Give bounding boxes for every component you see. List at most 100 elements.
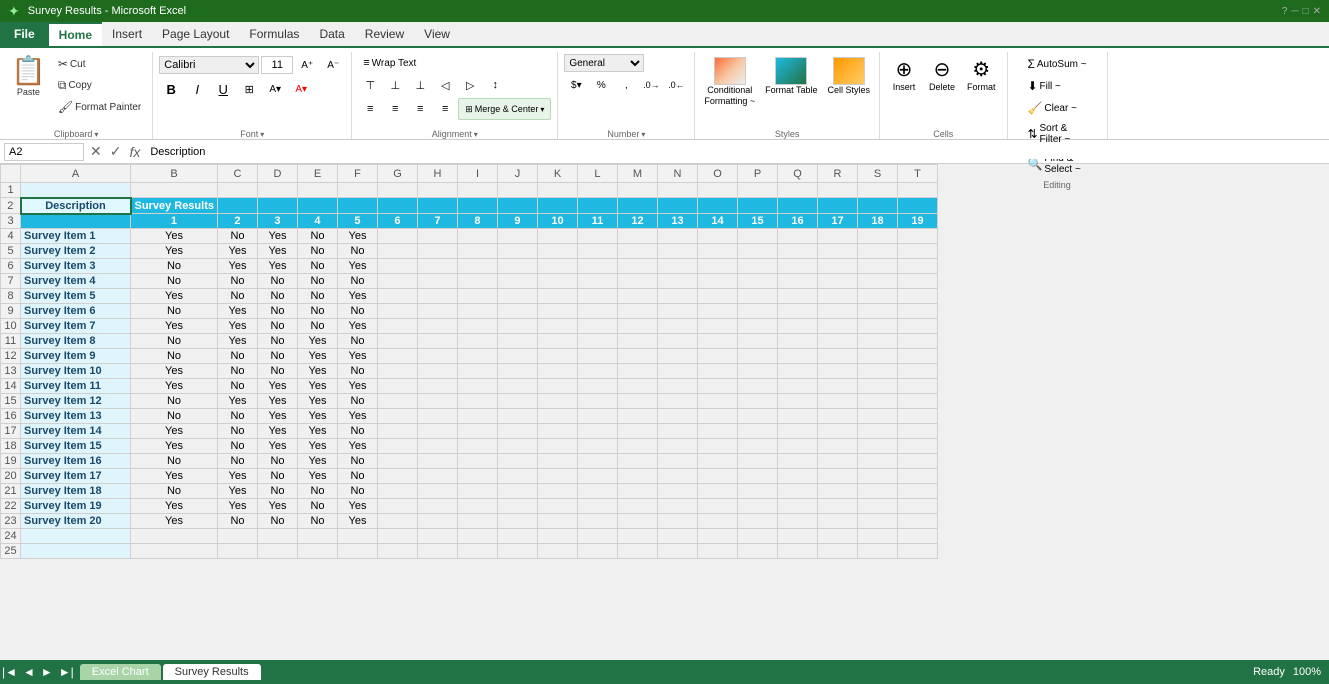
cell[interactable] xyxy=(417,469,457,484)
underline-button[interactable]: U xyxy=(211,78,235,100)
cell[interactable]: Yes xyxy=(131,424,218,439)
cell[interactable] xyxy=(217,198,257,214)
cell[interactable] xyxy=(777,319,817,334)
cell[interactable] xyxy=(617,334,657,349)
cell[interactable] xyxy=(817,289,857,304)
cell[interactable] xyxy=(497,198,537,214)
cell[interactable] xyxy=(737,319,777,334)
cell[interactable] xyxy=(617,454,657,469)
row-header-10[interactable]: 10 xyxy=(1,319,21,334)
cell[interactable]: No xyxy=(297,514,337,529)
cell[interactable]: Yes xyxy=(217,304,257,319)
cell[interactable] xyxy=(737,259,777,274)
cell[interactable] xyxy=(657,334,697,349)
cell[interactable]: No xyxy=(217,379,257,394)
cell[interactable]: Yes xyxy=(297,394,337,409)
cell[interactable] xyxy=(537,514,577,529)
cell[interactable] xyxy=(737,334,777,349)
indent-decrease[interactable]: ◁ xyxy=(433,74,457,96)
cell[interactable] xyxy=(377,454,417,469)
cell[interactable]: 1 xyxy=(131,214,218,229)
cell[interactable] xyxy=(737,304,777,319)
cell[interactable]: Survey Item 13 xyxy=(21,409,131,424)
wrap-text-button[interactable]: ≡ Wrap Text xyxy=(358,54,421,72)
cell[interactable] xyxy=(537,544,577,559)
cell[interactable]: No xyxy=(337,394,377,409)
cell[interactable] xyxy=(417,349,457,364)
cell[interactable] xyxy=(377,319,417,334)
cell[interactable] xyxy=(617,394,657,409)
cell[interactable] xyxy=(417,439,457,454)
format-table-button[interactable]: Format Table xyxy=(762,54,820,99)
cell[interactable] xyxy=(377,544,417,559)
cell[interactable]: 9 xyxy=(497,214,537,229)
cell[interactable] xyxy=(217,529,257,544)
cell[interactable] xyxy=(817,334,857,349)
cell[interactable]: Yes xyxy=(131,499,218,514)
cell[interactable] xyxy=(457,304,497,319)
cell[interactable]: 8 xyxy=(457,214,497,229)
cell[interactable] xyxy=(417,244,457,259)
cell[interactable] xyxy=(537,424,577,439)
cell[interactable] xyxy=(537,394,577,409)
cell[interactable] xyxy=(577,544,617,559)
cell[interactable] xyxy=(457,198,497,214)
cell[interactable]: No xyxy=(257,514,297,529)
cell[interactable] xyxy=(537,484,577,499)
cell[interactable] xyxy=(737,379,777,394)
cell[interactable] xyxy=(21,214,131,229)
cell[interactable]: No xyxy=(297,229,337,244)
row-header-14[interactable]: 14 xyxy=(1,379,21,394)
cell[interactable] xyxy=(457,469,497,484)
cell[interactable] xyxy=(617,198,657,214)
cell[interactable] xyxy=(697,439,737,454)
cell[interactable] xyxy=(857,409,897,424)
row-header-19[interactable]: 19 xyxy=(1,454,21,469)
cell[interactable] xyxy=(897,484,937,499)
cell[interactable]: Survey Item 7 xyxy=(21,319,131,334)
format-button[interactable]: ⚙ Format xyxy=(962,54,1001,95)
cell[interactable] xyxy=(897,274,937,289)
cell[interactable] xyxy=(537,334,577,349)
cell[interactable]: Survey Results xyxy=(131,198,218,214)
cell[interactable] xyxy=(377,424,417,439)
cell[interactable]: No xyxy=(297,319,337,334)
cell[interactable] xyxy=(817,364,857,379)
cell[interactable] xyxy=(697,514,737,529)
cell[interactable] xyxy=(377,274,417,289)
cell[interactable]: No xyxy=(257,274,297,289)
cell[interactable] xyxy=(737,424,777,439)
cell[interactable]: No xyxy=(217,439,257,454)
row-header-25[interactable]: 25 xyxy=(1,544,21,559)
delete-button[interactable]: ⊖ Delete xyxy=(924,54,960,95)
cell[interactable] xyxy=(617,529,657,544)
cell[interactable] xyxy=(657,409,697,424)
cell[interactable]: No xyxy=(337,469,377,484)
cell[interactable] xyxy=(297,544,337,559)
cell[interactable] xyxy=(657,364,697,379)
cell[interactable]: Survey Item 1 xyxy=(21,229,131,244)
cell[interactable] xyxy=(497,469,537,484)
cell[interactable] xyxy=(617,544,657,559)
cell[interactable]: Survey Item 6 xyxy=(21,304,131,319)
cell[interactable]: Yes xyxy=(131,379,218,394)
cell[interactable] xyxy=(577,424,617,439)
cell[interactable] xyxy=(21,183,131,198)
cell[interactable]: Yes xyxy=(297,379,337,394)
cell[interactable]: No xyxy=(337,274,377,289)
formula-input[interactable] xyxy=(146,145,1325,159)
cell[interactable] xyxy=(457,379,497,394)
cell[interactable]: Yes xyxy=(217,499,257,514)
cell[interactable] xyxy=(131,529,218,544)
cell[interactable] xyxy=(737,499,777,514)
tab-insert[interactable]: Insert xyxy=(102,22,152,46)
cell[interactable] xyxy=(657,244,697,259)
cell[interactable] xyxy=(577,289,617,304)
cell[interactable] xyxy=(577,198,617,214)
cell[interactable] xyxy=(697,454,737,469)
bold-button[interactable]: B xyxy=(159,78,183,100)
cell[interactable]: No xyxy=(257,334,297,349)
cell[interactable] xyxy=(857,394,897,409)
cell[interactable] xyxy=(777,349,817,364)
align-middle[interactable]: ⊥ xyxy=(383,74,407,96)
